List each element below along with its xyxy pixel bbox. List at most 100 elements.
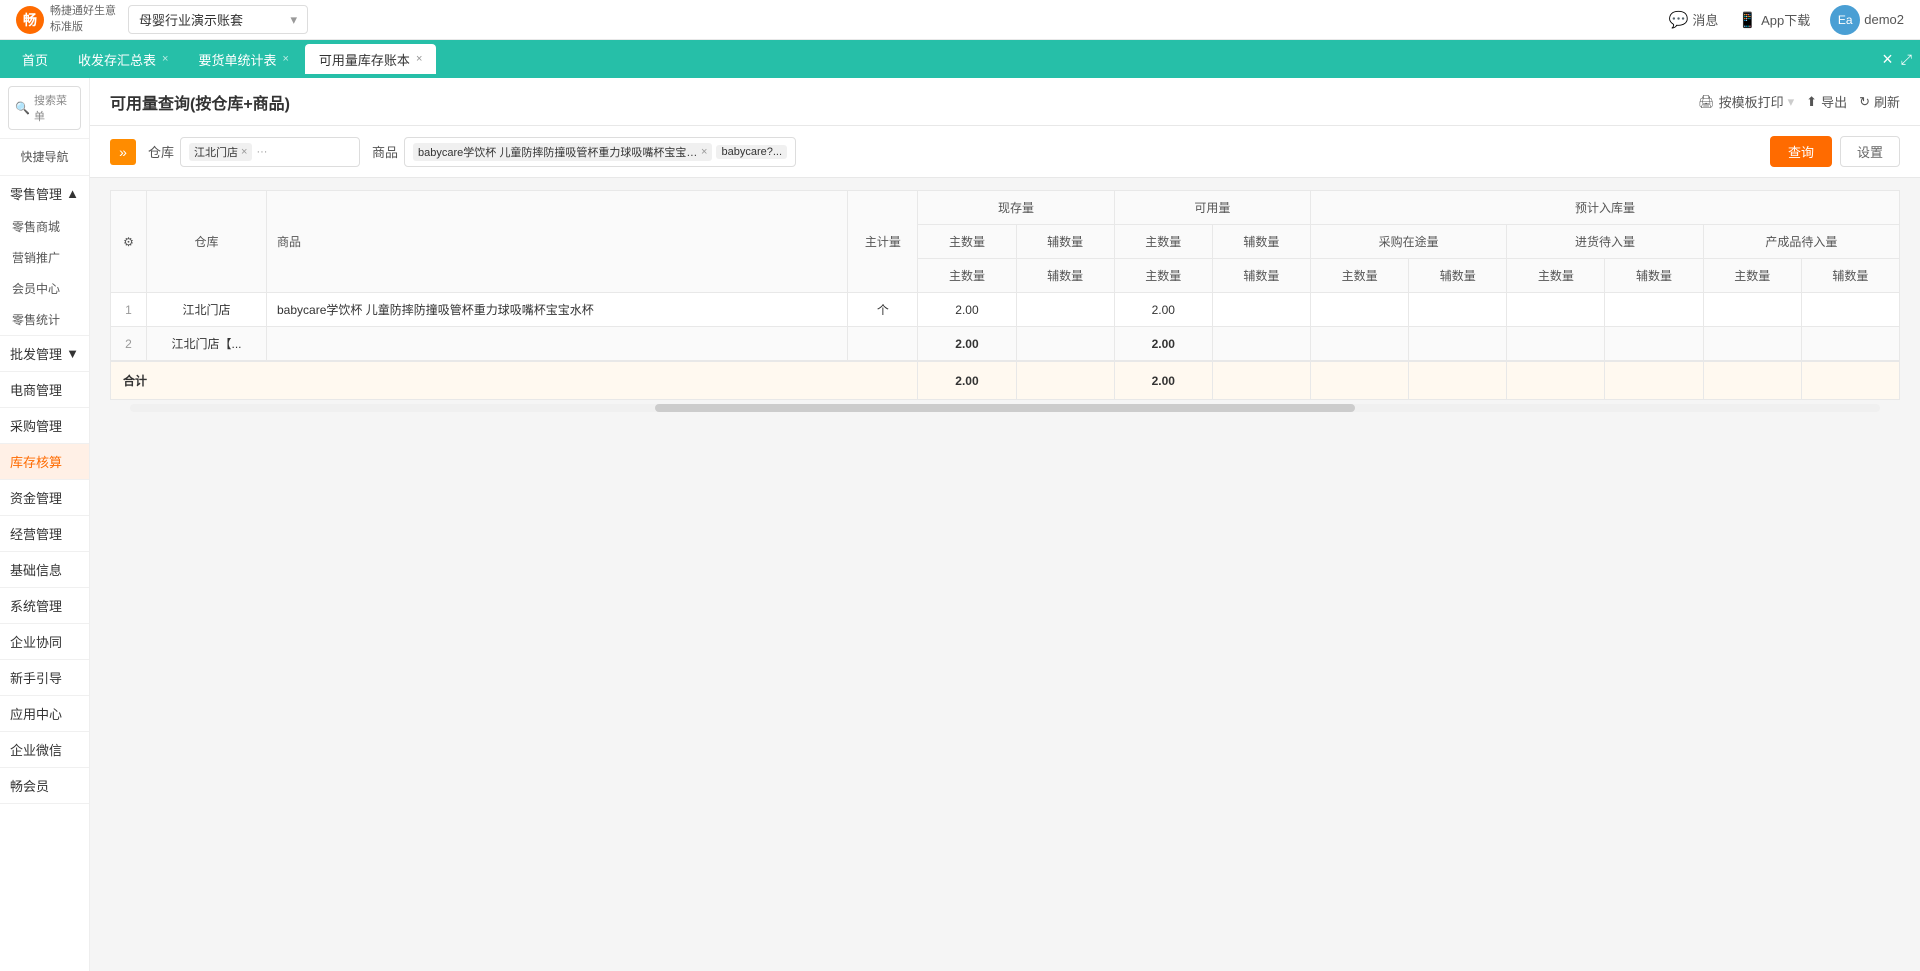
th-pp-main: 主数量: [1507, 259, 1605, 293]
product-label: 商品: [372, 142, 398, 161]
row-pp-main-1: [1507, 293, 1605, 327]
sidebar-section-inventory: 库存核算: [0, 444, 89, 480]
th-cs-aux-q: 辅数量: [1016, 259, 1114, 293]
sidebar-item-retail-stats[interactable]: 零售统计: [0, 304, 89, 335]
tab-collect-pay-label: 收发存汇总表: [78, 50, 156, 69]
print-button[interactable]: 🖨 按模板打印 ▾: [1698, 92, 1794, 111]
sidebar-item-member[interactable]: 会员中心: [0, 273, 89, 304]
settings-button[interactable]: 设置: [1840, 136, 1900, 167]
tab-home[interactable]: 首页: [8, 44, 62, 74]
sidebar-section-system: 系统管理: [0, 588, 89, 624]
th-settings[interactable]: ⚙: [111, 191, 147, 293]
table-row: 1 江北门店 babycare学饮杯 儿童防摔防撞吸管杯重力球吸嘴杯宝宝水杯 个…: [111, 293, 1900, 327]
th-pt-main: 主数量: [1311, 259, 1409, 293]
tab-collect-pay[interactable]: 收发存汇总表 ×: [64, 44, 182, 74]
sidebar-section-retail-header[interactable]: 零售管理 ▲: [0, 176, 89, 211]
row-unit-2: [848, 327, 918, 362]
chevron-down-icon: ▾: [290, 12, 297, 28]
warehouse-tag-container[interactable]: 江北门店 × ···: [180, 137, 360, 167]
sidebar-section-retail: 零售管理 ▲ 零售商城 营销推广 会员中心 零售统计: [0, 176, 89, 336]
export-icon: ⬆: [1806, 94, 1817, 110]
filter-expand-button[interactable]: »: [110, 139, 136, 165]
th-warehouse: 仓库: [147, 191, 267, 293]
sidebar-item-quick-nav[interactable]: 快捷导航: [0, 139, 89, 176]
tab-order-stats-close[interactable]: ×: [282, 53, 288, 65]
filter-product-field: 商品 babycare学饮杯 儿童防摔防撞吸管杯重力球吸嘴杯宝宝水杯 × bab…: [372, 137, 796, 167]
search-menu-button[interactable]: 🔍 搜索菜单: [8, 86, 81, 130]
print-dropdown-icon: ▾: [1788, 94, 1795, 110]
sidebar-section-purchase: 采购管理: [0, 408, 89, 444]
export-button[interactable]: ⬆ 导出: [1806, 92, 1847, 111]
row-prd-aux-2: [1801, 327, 1899, 362]
th-production-pending: 产成品待入量: [1703, 225, 1899, 259]
avatar: Ea: [1830, 5, 1860, 35]
sidebar-section-ecommerce-header[interactable]: 电商管理: [0, 372, 89, 407]
sidebar-section-wechat: 企业微信: [0, 732, 89, 768]
sidebar-section-enterprise-header[interactable]: 企业协同: [0, 624, 89, 659]
product-tag-0: babycare学饮杯 儿童防摔防撞吸管杯重力球吸嘴杯宝宝水杯 ×: [413, 143, 712, 161]
warehouse-tag-close-0[interactable]: ×: [241, 146, 247, 158]
page-header: 可用量查询(按仓库+商品) 🖨 按模板打印 ▾ ⬆ 导出 ↻ 刷新: [90, 78, 1920, 126]
footer-avail-main: 2.00: [1114, 361, 1212, 400]
app-download-button[interactable]: 📱 App下载: [1738, 10, 1810, 29]
message-button[interactable]: 💬 消息: [1668, 10, 1718, 30]
sidebar-section-appstore: 应用中心: [0, 696, 89, 732]
row-warehouse-1: 江北门店: [147, 293, 267, 327]
tab-available-stock[interactable]: 可用量库存账本 ×: [305, 44, 436, 74]
sidebar-section-ops-header[interactable]: 经营管理: [0, 516, 89, 551]
table-row: 2 江北门店【... 2.00 2.00: [111, 327, 1900, 362]
sidebar-section-appstore-header[interactable]: 应用中心: [0, 696, 89, 731]
sidebar-section-newguide: 新手引导: [0, 660, 89, 696]
refresh-icon: ↻: [1859, 94, 1870, 110]
tab-home-label: 首页: [22, 50, 48, 69]
filter-warehouse-field: 仓库 江北门店 × ···: [148, 137, 360, 167]
footer-pp-aux: [1605, 361, 1703, 400]
warehouse-more[interactable]: ···: [256, 146, 267, 158]
sidebar-section-wholesale-header[interactable]: 批发管理 ▼: [0, 336, 89, 371]
product-tag-container[interactable]: babycare学饮杯 儿童防摔防撞吸管杯重力球吸嘴杯宝宝水杯 × babyca…: [404, 137, 796, 167]
data-table: ⚙ 仓库 商品 主计量 现存量 可用量 预计入库量 主数量 辅数量 主数量 辅数…: [110, 190, 1900, 400]
sidebar-section-finance-header[interactable]: 资金管理: [0, 480, 89, 515]
th-available: 可用量: [1114, 191, 1310, 225]
row-avail-main-2: 2.00: [1114, 327, 1212, 362]
th-product: 商品: [267, 191, 848, 293]
th-current-main: 主数量: [918, 225, 1016, 259]
sidebar-section-inventory-header[interactable]: 库存核算: [0, 444, 89, 479]
tab-order-stats[interactable]: 要货单统计表 ×: [184, 44, 302, 74]
sidebar: 🔍 搜索菜单 快捷导航 零售管理 ▲ 零售商城 营销推广 会员中心 零售统计 批…: [0, 78, 90, 971]
user-menu[interactable]: Ea demo2: [1830, 5, 1904, 35]
th-purchase-transit: 采购在途量: [1311, 225, 1507, 259]
page-actions: 🖨 按模板打印 ▾ ⬆ 导出 ↻ 刷新: [1698, 92, 1900, 111]
query-button[interactable]: 查询: [1770, 136, 1832, 167]
sidebar-section-system-header[interactable]: 系统管理: [0, 588, 89, 623]
filter-button-group: 查询 设置: [1770, 136, 1900, 167]
expand-icon[interactable]: ⤢: [1901, 51, 1912, 68]
product-tag-close-0[interactable]: ×: [701, 146, 707, 158]
th-prd-aux: 辅数量: [1801, 259, 1899, 293]
settings-gear-icon[interactable]: ⚙: [123, 235, 134, 249]
row-warehouse-2: 江北门店【...: [147, 327, 267, 362]
sidebar-section-newguide-header[interactable]: 新手引导: [0, 660, 89, 695]
footer-label: 合计: [111, 361, 918, 400]
footer-prd-main: [1703, 361, 1801, 400]
horizontal-scrollbar[interactable]: [130, 404, 1880, 412]
th-avail-main: 主数量: [1114, 225, 1212, 259]
sidebar-section-basic-header[interactable]: 基础信息: [0, 552, 89, 587]
row-product-2: [267, 327, 848, 362]
sidebar-section-vip-header[interactable]: 畅会员: [0, 768, 89, 803]
industry-selector[interactable]: 母婴行业演示账套 ▾: [128, 5, 308, 34]
phone-icon: 📱: [1738, 11, 1757, 29]
close-all-icon[interactable]: ×: [1882, 49, 1893, 70]
sidebar-section-purchase-header[interactable]: 采购管理: [0, 408, 89, 443]
tab-collect-pay-close[interactable]: ×: [162, 53, 168, 65]
scrollbar-thumb[interactable]: [655, 404, 1355, 412]
sidebar-item-retail-mall[interactable]: 零售商城: [0, 211, 89, 242]
refresh-button[interactable]: ↻ 刷新: [1859, 92, 1900, 111]
th-av-main-q: 主数量: [1114, 259, 1212, 293]
row-prd-main-1: [1703, 293, 1801, 327]
tab-available-stock-close[interactable]: ×: [416, 53, 422, 65]
sidebar-section-wechat-header[interactable]: 企业微信: [0, 732, 89, 767]
sidebar-item-marketing[interactable]: 营销推广: [0, 242, 89, 273]
row-pp-main-2: [1507, 327, 1605, 362]
row-avail-aux-1: [1212, 293, 1310, 327]
